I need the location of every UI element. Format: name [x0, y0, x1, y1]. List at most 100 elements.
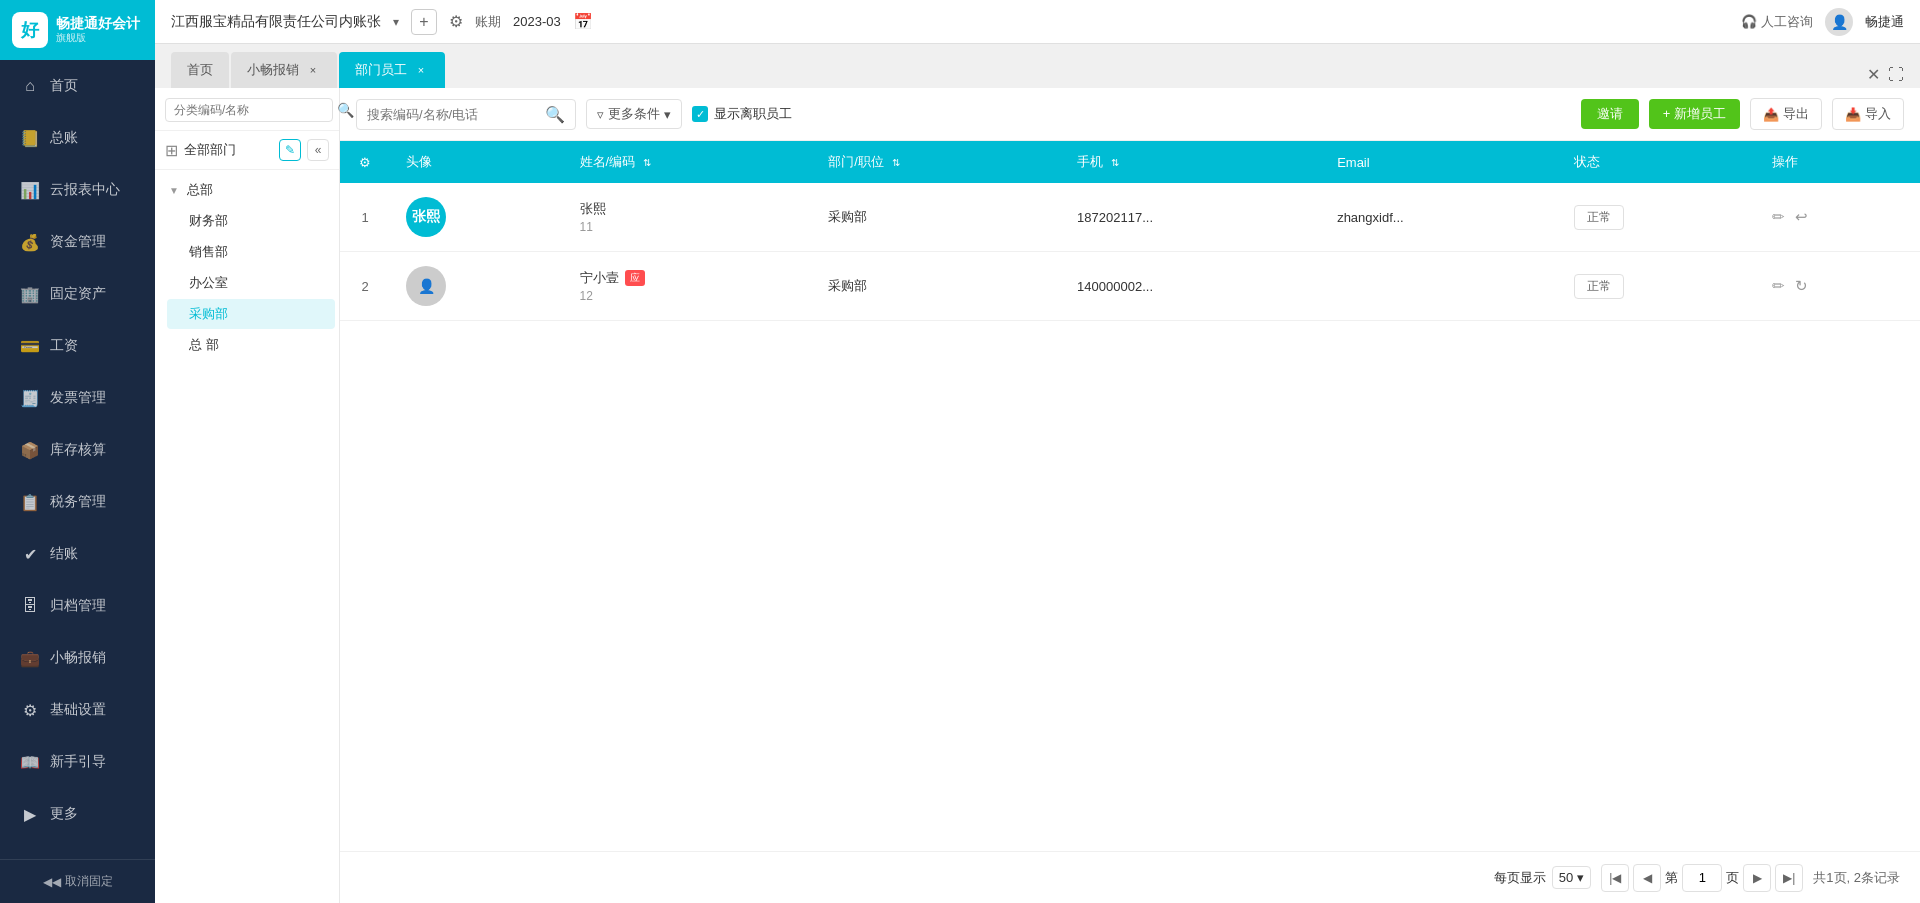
- sidebar-item-closing[interactable]: ✔ 结账: [0, 528, 155, 580]
- sidebar-item-ledger[interactable]: 📒 总账: [0, 112, 155, 164]
- dept-add-icon[interactable]: ✎: [279, 139, 301, 161]
- row-num: 1: [340, 183, 390, 252]
- add-employee-button[interactable]: + 新增员工: [1649, 99, 1740, 129]
- header-settings-icon[interactable]: ⚙: [449, 12, 463, 31]
- edit-icon[interactable]: ✏: [1772, 277, 1785, 295]
- tab-home[interactable]: 首页: [171, 52, 229, 88]
- sidebar-item-tax[interactable]: 📋 税务管理: [0, 476, 155, 528]
- dept-collapse-icon[interactable]: «: [307, 139, 329, 161]
- logout-icon[interactable]: ↩: [1795, 208, 1808, 226]
- employee-search-box[interactable]: 🔍: [356, 99, 576, 130]
- window-close-icon[interactable]: ✕: [1867, 65, 1880, 84]
- company-name: 江西服宝精品有限责任公司内账张: [171, 13, 381, 31]
- app-name: 畅捷通好会计: [56, 15, 140, 32]
- last-page-button[interactable]: ▶|: [1775, 864, 1803, 892]
- tab-department[interactable]: 部门员工 ×: [339, 52, 445, 88]
- th-dept[interactable]: 部门/职位 ⇅: [812, 141, 1061, 183]
- page-size-select: 每页显示 50 ▾: [1494, 866, 1591, 889]
- sidebar-item-payroll[interactable]: 💳 工资: [0, 320, 155, 372]
- th-phone[interactable]: 手机 ⇅: [1061, 141, 1321, 183]
- dept-search-box: 🔍: [155, 88, 339, 131]
- home-icon: ⌂: [20, 77, 40, 95]
- sidebar-item-reports[interactable]: 📊 云报表中心: [0, 164, 155, 216]
- first-page-button[interactable]: |◀: [1601, 864, 1629, 892]
- dept-group-zongbu: 财务部 销售部 办公室 采购部 总 部: [155, 206, 339, 360]
- edit-icon[interactable]: ✏: [1772, 208, 1785, 226]
- more-icon: ▶: [20, 805, 40, 824]
- next-page-button[interactable]: ▶: [1743, 864, 1771, 892]
- dept-item-zongbu-root[interactable]: ▼ 总部: [159, 175, 335, 205]
- page-input[interactable]: [1682, 864, 1722, 892]
- hashtag-icon: ⊞: [165, 141, 178, 160]
- add-tab-button[interactable]: +: [411, 9, 437, 35]
- avatar-cell: 张熙: [390, 183, 564, 252]
- sidebar-item-more[interactable]: ▶ 更多: [0, 788, 155, 840]
- status-badge: 正常: [1574, 205, 1624, 230]
- sidebar-item-label: 资金管理: [50, 233, 106, 251]
- sidebar-item-label: 首页: [50, 77, 78, 95]
- unpin-button[interactable]: ◀◀ 取消固定: [0, 859, 155, 903]
- dept-item-bangongshi[interactable]: 办公室: [167, 268, 335, 298]
- filter-button[interactable]: ▿ 更多条件 ▾: [586, 99, 682, 129]
- page-size-dropdown[interactable]: 50 ▾: [1552, 866, 1591, 889]
- sort-icon: ⇅: [1111, 157, 1119, 168]
- prev-page-button[interactable]: ◀: [1633, 864, 1661, 892]
- settings-icon: ⚙: [20, 701, 40, 720]
- calendar-icon[interactable]: 📅: [573, 12, 593, 31]
- dept-item-caiwubu[interactable]: 财务部: [167, 206, 335, 236]
- export-label: 导出: [1783, 105, 1809, 123]
- show-resigned-label: 显示离职员工: [714, 105, 792, 123]
- invite-button[interactable]: 邀请: [1581, 99, 1639, 129]
- refresh-icon[interactable]: ↻: [1795, 277, 1808, 295]
- search-icon[interactable]: 🔍: [545, 105, 565, 124]
- sidebar-item-assets[interactable]: 🏢 固定资产: [0, 268, 155, 320]
- sidebar-item-inventory[interactable]: 📦 库存核算: [0, 424, 155, 476]
- sidebar-item-expense[interactable]: 💼 小畅报销: [0, 632, 155, 684]
- expense-icon: 💼: [20, 649, 40, 668]
- page-nav: |◀ ◀ 第 页 ▶ ▶|: [1601, 864, 1803, 892]
- service-button[interactable]: 🎧 人工咨询: [1741, 13, 1813, 31]
- th-status: 状态: [1558, 141, 1756, 183]
- sidebar-item-label: 固定资产: [50, 285, 106, 303]
- sidebar-item-funds[interactable]: 💰 资金管理: [0, 216, 155, 268]
- dept-label: 销售部: [189, 243, 228, 261]
- sidebar-item-label: 新手引导: [50, 753, 106, 771]
- page-label-unit: 页: [1726, 869, 1739, 887]
- sidebar-item-archive[interactable]: 🗄 归档管理: [0, 580, 155, 632]
- th-settings[interactable]: ⚙: [340, 141, 390, 183]
- import-button[interactable]: 📥 导入: [1832, 98, 1904, 130]
- reports-icon: 📊: [20, 181, 40, 200]
- email-cell: [1321, 252, 1558, 321]
- sort-icon: ⇅: [892, 157, 900, 168]
- sidebar-item-label: 归档管理: [50, 597, 106, 615]
- invoice-icon: 🧾: [20, 389, 40, 408]
- show-resigned-toggle[interactable]: ✓ 显示离职员工: [692, 105, 792, 123]
- sidebar-item-guide[interactable]: 📖 新手引导: [0, 736, 155, 788]
- employee-search-input[interactable]: [367, 107, 539, 122]
- tab-dept-close[interactable]: ×: [413, 62, 429, 78]
- sort-icon: ⇅: [643, 157, 651, 168]
- tab-expense[interactable]: 小畅报销 ×: [231, 52, 337, 88]
- sidebar-item-settings[interactable]: ⚙ 基础设置: [0, 684, 155, 736]
- th-name-code[interactable]: 姓名/编码 ⇅: [564, 141, 813, 183]
- phone-cell: 187202117...: [1061, 183, 1321, 252]
- tab-expense-close[interactable]: ×: [305, 62, 321, 78]
- emp-code: 11: [580, 220, 797, 234]
- export-button[interactable]: 📤 导出: [1750, 98, 1822, 130]
- dept-search-input[interactable]: [165, 98, 333, 122]
- name-code-cell: 张熙 11: [564, 183, 813, 252]
- import-icon: 📥: [1845, 107, 1861, 122]
- ledger-icon: 📒: [20, 129, 40, 148]
- sidebar-item-home[interactable]: ⌂ 首页: [0, 60, 155, 112]
- dept-item-caigoubu[interactable]: 采购部: [167, 299, 335, 329]
- all-dept-header[interactable]: ⊞ 全部部门 ✎ «: [155, 131, 339, 170]
- department-panel: 🔍 ⊞ 全部部门 ✎ « ▼ 总部 财务部: [155, 88, 340, 903]
- expand-icon: ▼: [169, 185, 183, 196]
- dept-item-zongbu2[interactable]: 总 部: [167, 330, 335, 360]
- action-icons: ✏ ↩: [1772, 208, 1904, 226]
- dept-item-xiaoshoubu[interactable]: 销售部: [167, 237, 335, 267]
- unpin-label: 取消固定: [65, 873, 113, 890]
- sidebar-item-invoice[interactable]: 🧾 发票管理: [0, 372, 155, 424]
- company-dropdown-icon[interactable]: ▾: [393, 15, 399, 29]
- window-expand-icon[interactable]: ⛶: [1888, 66, 1904, 84]
